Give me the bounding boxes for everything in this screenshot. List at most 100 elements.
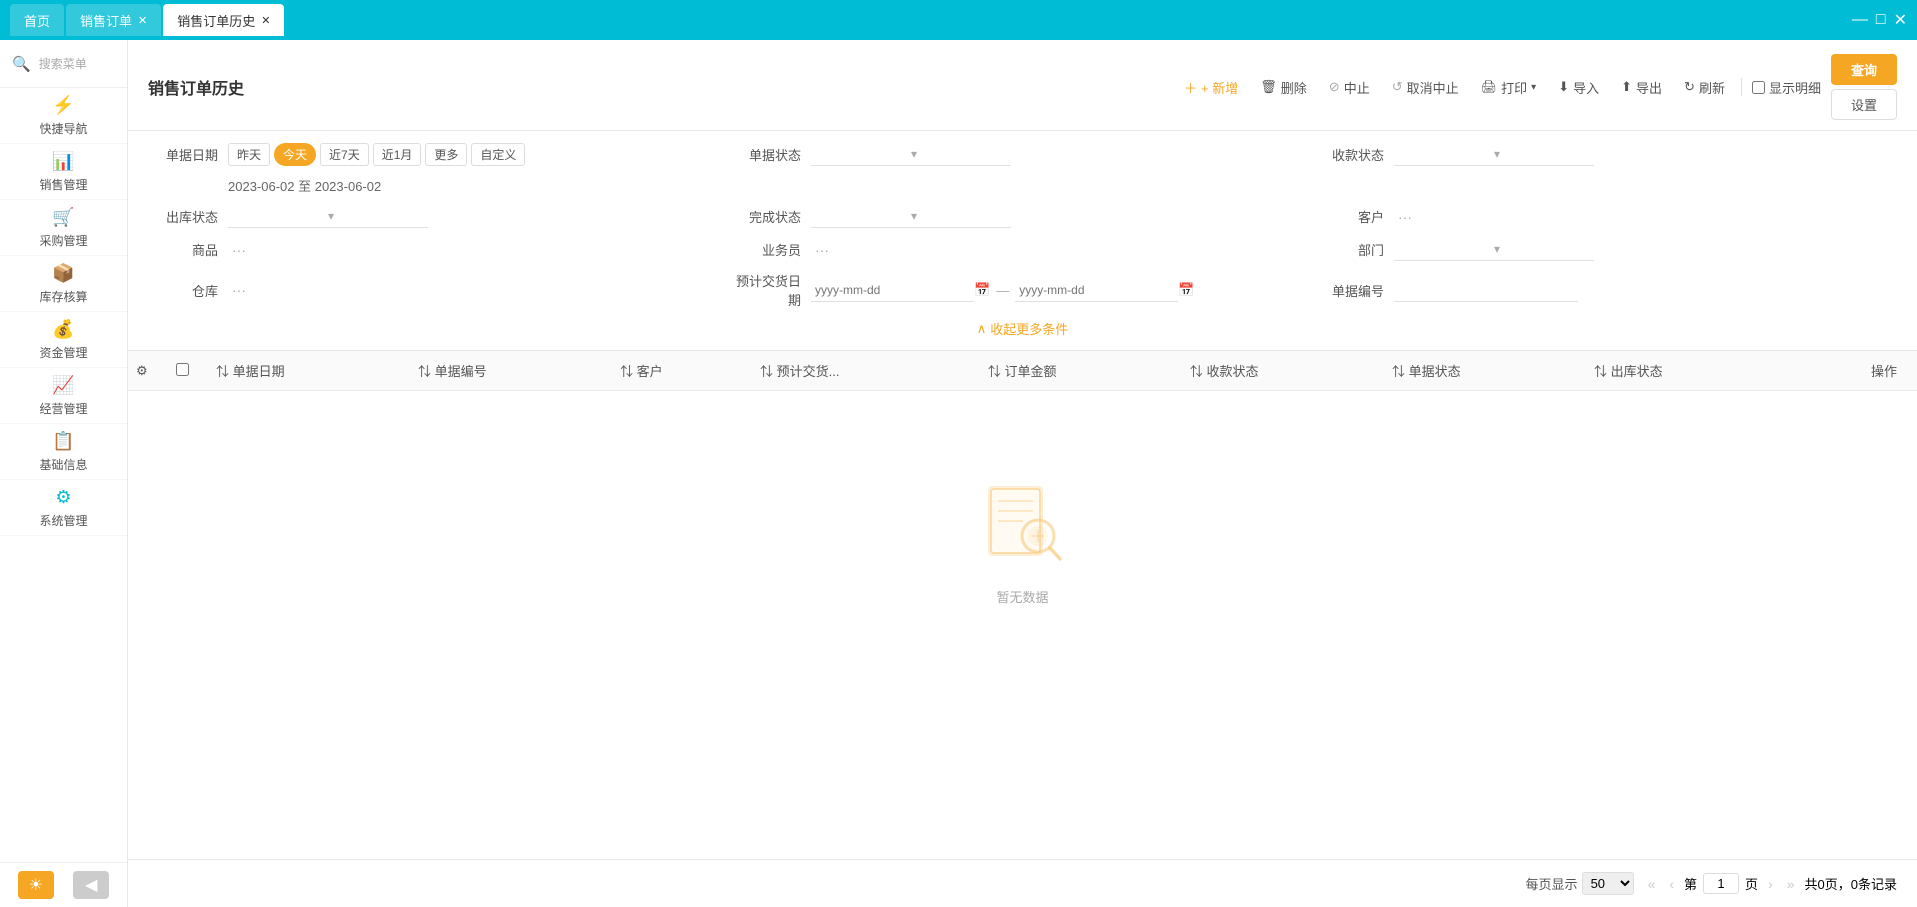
filter-cell-order-no: 单据编号	[1314, 271, 1897, 309]
out-select-arrow: ▾	[328, 209, 424, 223]
filter-area: 单据日期 昨天 今天 近7天 近1月 更多 自定义 单据状态	[128, 131, 1917, 351]
warehouse-select-btn[interactable]: ···	[228, 282, 250, 298]
out-select[interactable]: ▾	[228, 205, 428, 228]
display-columns-toggle[interactable]: 显示明细	[1752, 78, 1821, 97]
th-checkbox	[168, 351, 208, 391]
tab-home[interactable]: 首页	[10, 4, 64, 36]
settings-icon[interactable]: ⚙	[136, 363, 148, 378]
th-receipt-status-label: ⇅ 收款状态	[1190, 364, 1259, 379]
date-btn-1month[interactable]: 近1月	[373, 143, 422, 166]
page-label: 第	[1684, 874, 1697, 893]
warehouse-filter-label: 仓库	[148, 281, 228, 300]
sidebar-search[interactable]: 🔍 搜索菜单	[0, 40, 127, 88]
tab-sales-order[interactable]: 销售订单 ✕	[66, 4, 161, 36]
th-receipt-status: ⇅ 收款状态	[1182, 351, 1384, 391]
page-number-input[interactable]	[1703, 873, 1739, 894]
display-columns-checkbox[interactable]	[1752, 81, 1765, 94]
sidebar-item-purchase[interactable]: 🛒 采购管理	[0, 200, 127, 256]
date-buttons: 昨天 今天 近7天 近1月 更多 自定义	[228, 143, 525, 166]
delivery-from-input[interactable]	[811, 279, 974, 302]
goods-select-btn[interactable]: ···	[228, 242, 250, 258]
sidebar-theme-button[interactable]: ☀	[18, 871, 54, 899]
sidebar-item-finance[interactable]: 💰 资金管理	[0, 312, 127, 368]
sidebar-item-label-operations: 经营管理	[39, 400, 87, 417]
sales-icon: 📊	[52, 151, 74, 172]
sidebar-item-inventory[interactable]: 📦 库存核算	[0, 256, 127, 312]
th-doc-status: ⇅ 单据状态	[1384, 351, 1586, 391]
date-btn-yesterday[interactable]: 昨天	[228, 143, 270, 166]
window-controls: — □ ✕	[1852, 10, 1907, 30]
stop-icon: ⊘	[1329, 79, 1340, 95]
close-window-button[interactable]: ✕	[1894, 10, 1907, 30]
th-delivery: ⇅ 预计交货...	[752, 351, 980, 391]
tab-sales-order-history[interactable]: 销售订单历史 ✕	[163, 4, 284, 36]
salesperson-filter-label: 业务员	[731, 240, 811, 259]
complete-filter-label: 完成状态	[731, 207, 811, 226]
print-label: 打印	[1501, 78, 1527, 97]
minimize-button[interactable]: —	[1852, 10, 1868, 30]
sidebar-item-operations[interactable]: 📈 经营管理	[0, 368, 127, 424]
sidebar-item-quick-nav[interactable]: ⚡ 快捷导航	[0, 88, 127, 144]
filter-row-3: 商品 ··· 业务员 ··· 部门 ▾	[148, 238, 1897, 261]
customer-select-btn[interactable]: ···	[1394, 209, 1416, 225]
date-btn-custom[interactable]: 自定义	[471, 143, 525, 166]
refresh-button[interactable]: ↻ 刷新	[1678, 74, 1731, 101]
sidebar-item-sales[interactable]: 📊 销售管理	[0, 144, 127, 200]
delete-button[interactable]: 🗑 删除	[1254, 74, 1313, 101]
display-columns-label: 显示明细	[1769, 78, 1821, 97]
first-page-button[interactable]: «	[1644, 874, 1660, 894]
prev-page-button[interactable]: ‹	[1665, 874, 1678, 894]
cancel-stop-icon: ↺	[1392, 79, 1403, 95]
sidebar-item-basics[interactable]: 📋 基础信息	[0, 424, 127, 480]
system-icon: ⚙	[55, 487, 71, 508]
print-button[interactable]: 🖨 打印 ▾	[1475, 74, 1543, 101]
status-filter-label: 单据状态	[731, 145, 811, 164]
query-settings-btns: 查询 设置	[1831, 54, 1897, 120]
date-btn-today[interactable]: 今天	[274, 143, 316, 166]
query-button[interactable]: 查询	[1831, 54, 1897, 85]
page-unit: 页	[1745, 874, 1758, 893]
date-filter-control: 昨天 今天 近7天 近1月 更多 自定义	[228, 143, 731, 166]
sidebar-collapse-button[interactable]: ◀	[73, 871, 109, 899]
maximize-button[interactable]: □	[1876, 10, 1886, 30]
th-action-label: 操作	[1871, 364, 1897, 379]
search-icon: 🔍	[12, 55, 31, 73]
import-label: 导入	[1573, 78, 1599, 97]
print-arrow-icon: ▾	[1531, 82, 1536, 93]
complete-select[interactable]: ▾	[811, 205, 1011, 228]
page-title: 销售订单历史	[148, 75, 244, 99]
tab-sales-order-close[interactable]: ✕	[138, 14, 147, 27]
date-btn-7days[interactable]: 近7天	[320, 143, 369, 166]
export-button[interactable]: ⬆ 导出	[1615, 74, 1668, 101]
order-no-input[interactable]	[1394, 278, 1578, 302]
page-size-dropdown[interactable]: 20 50 100	[1582, 872, 1634, 895]
th-number: ⇅ 单据编号	[410, 351, 612, 391]
calendar-from-icon[interactable]: 📅	[974, 282, 990, 298]
date-btn-more[interactable]: 更多	[425, 143, 467, 166]
th-settings: ⚙	[128, 351, 168, 391]
delivery-to-input[interactable]	[1015, 279, 1178, 302]
stop-button[interactable]: ⊘ 中止	[1323, 74, 1376, 101]
last-page-button[interactable]: »	[1783, 874, 1799, 894]
next-page-button[interactable]: ›	[1764, 874, 1777, 894]
department-select[interactable]: ▾	[1394, 238, 1594, 261]
sidebar-item-system[interactable]: ⚙ 系统管理	[0, 480, 127, 536]
customer-filter-label: 客户	[1314, 207, 1394, 226]
department-filter-label: 部门	[1314, 240, 1394, 259]
new-button[interactable]: ＋ + 新增	[1178, 74, 1244, 101]
add-icon: ＋	[1184, 78, 1197, 97]
calendar-to-icon[interactable]: 📅	[1178, 282, 1194, 298]
status-select[interactable]: ▾	[811, 143, 1011, 166]
inventory-icon: 📦	[52, 263, 74, 284]
cancel-stop-button[interactable]: ↺ 取消中止	[1386, 74, 1465, 101]
collapse-button[interactable]: ∧ 收起更多条件	[977, 319, 1069, 338]
import-icon: ⬇	[1558, 79, 1569, 95]
filter-cell-date: 单据日期 昨天 今天 近7天 近1月 更多 自定义	[148, 143, 731, 166]
salesperson-select-btn[interactable]: ···	[811, 242, 833, 258]
collapse-up-icon: ∧	[977, 321, 987, 337]
tab-sales-order-history-close[interactable]: ✕	[261, 14, 270, 27]
import-button[interactable]: ⬇ 导入	[1552, 74, 1605, 101]
receipt-select[interactable]: ▾	[1394, 143, 1594, 166]
settings-button[interactable]: 设置	[1831, 89, 1897, 120]
select-all-checkbox[interactable]	[176, 363, 189, 376]
